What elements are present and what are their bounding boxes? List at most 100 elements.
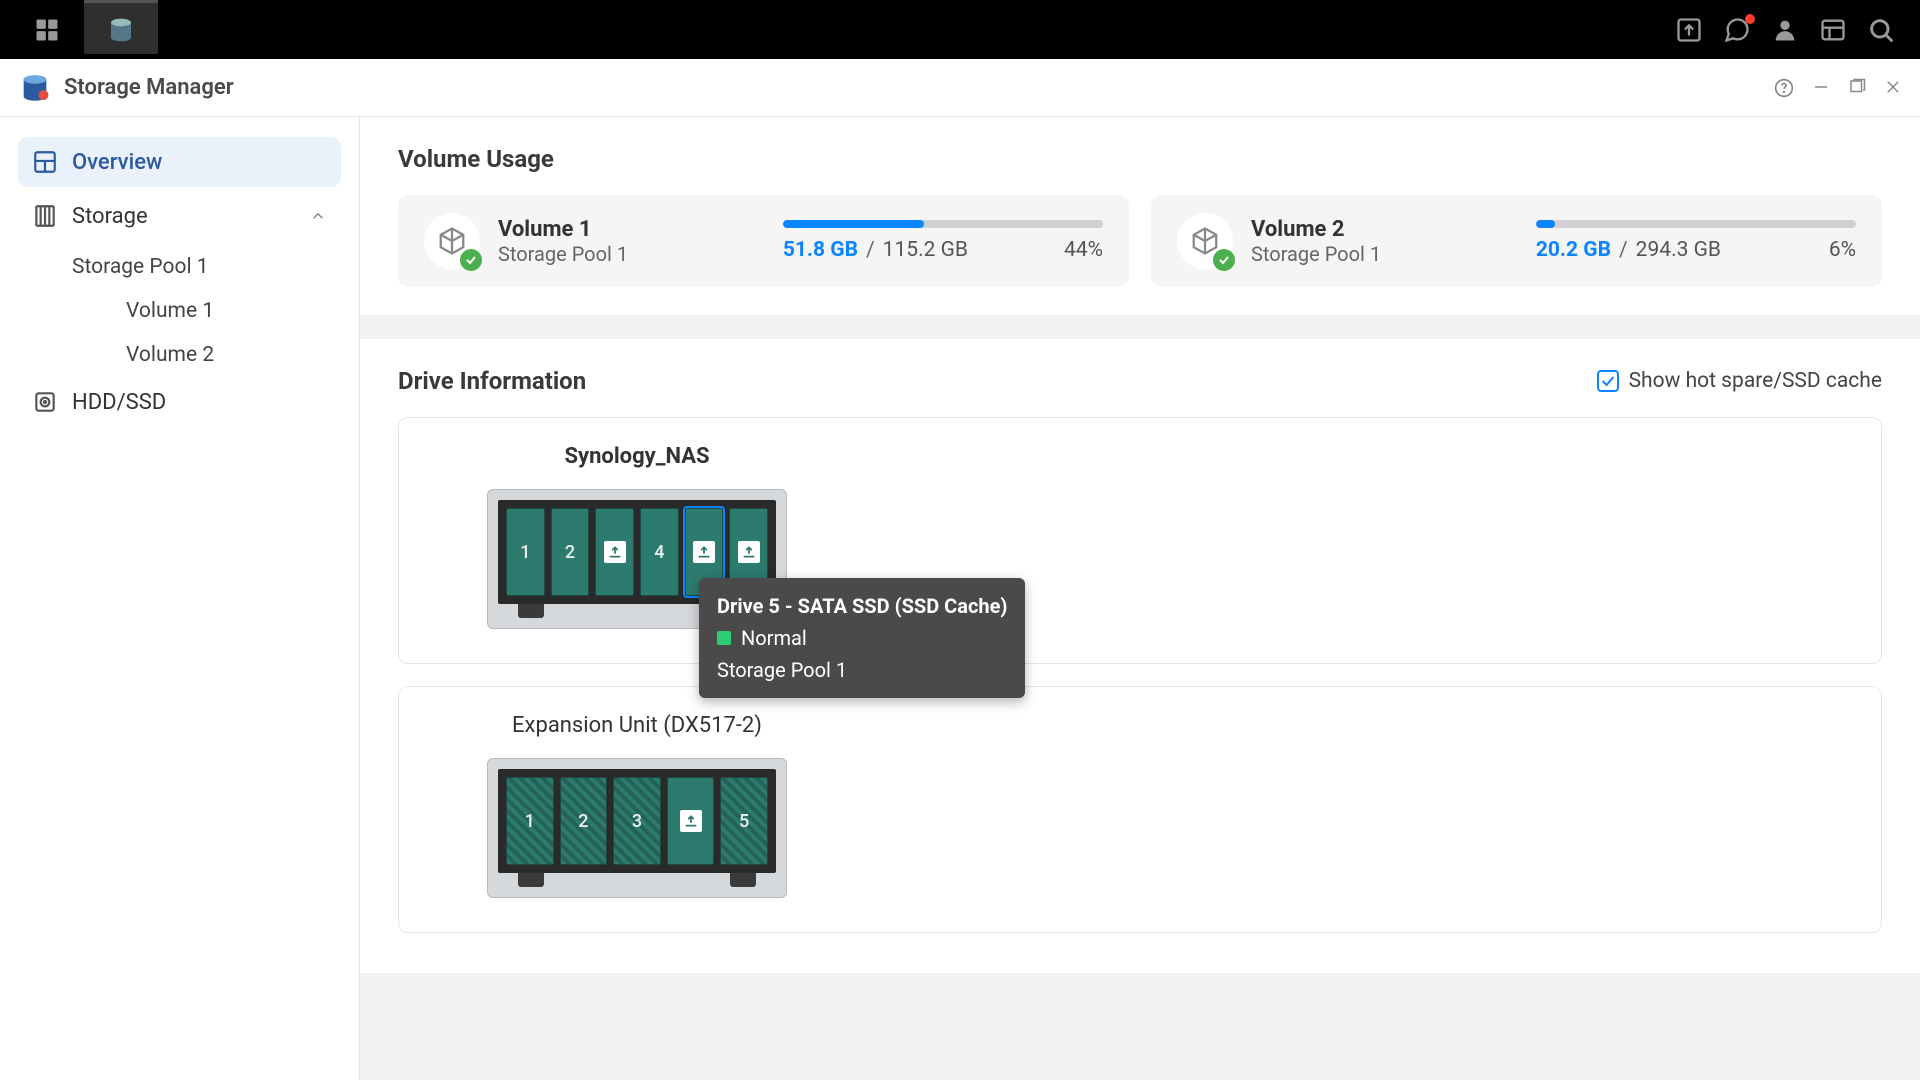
usage-line: 51.8 GB / 115.2 GB 44%	[783, 238, 1103, 262]
progress-fill	[783, 220, 924, 228]
device-name: Expansion Unit (DX517-2)	[487, 713, 787, 738]
chassis-inner: 1235	[498, 769, 776, 873]
main-content: Volume Usage Volume 1 Storage Pool 1 51.…	[360, 117, 1920, 1080]
sidebar: Overview Storage Storage Pool 1 Volume 1…	[0, 117, 360, 1080]
volume-card[interactable]: Volume 1 Storage Pool 1 51.8 GB / 115.2 …	[398, 195, 1129, 287]
show-hotspare-checkbox[interactable]: Show hot spare/SSD cache	[1597, 369, 1882, 393]
tooltip-pool: Storage Pool 1	[717, 654, 1007, 686]
sidebar-item-overview[interactable]: Overview	[18, 137, 341, 187]
drive-bay[interactable]: 2	[551, 508, 590, 596]
chevron-up-icon	[309, 207, 327, 225]
storage-icon	[32, 203, 58, 229]
volume-usage-title: Volume Usage	[398, 145, 1882, 173]
help-icon	[1774, 78, 1794, 98]
sidebar-item-volume-2[interactable]: Volume 2	[126, 333, 341, 377]
usage-line: 20.2 GB / 294.3 GB 6%	[1536, 238, 1856, 262]
drive-tooltip: Drive 5 - SATA SSD (SSD Cache) Normal St…	[699, 578, 1025, 698]
sidebar-item-storage-pool-1[interactable]: Storage Pool 1	[72, 245, 341, 289]
drive-bay[interactable]	[595, 508, 634, 596]
volume-name: Volume 2	[1251, 217, 1518, 242]
user-icon[interactable]	[1771, 16, 1799, 44]
cache-bay-icon	[680, 810, 702, 832]
volume-name: Volume 1	[498, 217, 765, 242]
tooltip-title: Drive 5 - SATA SSD (SSD Cache)	[717, 590, 1007, 622]
drive-bay[interactable]	[667, 777, 715, 865]
device-card: Expansion Unit (DX517-2) 1235	[398, 686, 1882, 933]
close-button[interactable]	[1884, 78, 1902, 98]
window-titlebar: Storage Manager	[0, 59, 1920, 117]
device-chassis: 1235	[487, 758, 787, 898]
sidebar-item-hdd-ssd[interactable]: HDD/SSD	[18, 377, 341, 427]
volume-card[interactable]: Volume 2 Storage Pool 1 20.2 GB / 294.3 …	[1151, 195, 1882, 287]
notification-dot-icon	[1745, 14, 1755, 24]
volume-info: Volume 2 Storage Pool 1	[1251, 217, 1518, 266]
minimize-icon	[1812, 78, 1830, 96]
percent-value: 6%	[1829, 238, 1856, 262]
total-value: 294.3 GB	[1636, 238, 1721, 262]
upload-tray-icon[interactable]	[1675, 16, 1703, 44]
used-value: 51.8 GB	[783, 238, 858, 262]
storage-manager-task-button[interactable]	[84, 0, 158, 54]
sidebar-item-storage[interactable]: Storage	[18, 191, 341, 241]
show-hotspare-label: Show hot spare/SSD cache	[1629, 369, 1882, 393]
tooltip-status-text: Normal	[741, 622, 807, 654]
dashboard-icon	[32, 149, 58, 175]
maximize-icon	[1848, 78, 1866, 96]
checkbox-checked-icon	[1597, 370, 1619, 392]
slash: /	[1619, 238, 1628, 262]
status-ok-icon	[460, 249, 482, 271]
volume-icon-wrap	[1177, 213, 1233, 269]
tooltip-status-row: Normal	[717, 622, 1007, 654]
sidebar-label-overview: Overview	[72, 150, 162, 175]
drive-info-section: Drive Information Show hot spare/SSD cac…	[360, 339, 1920, 973]
cache-bay-icon	[693, 541, 715, 563]
volume-usage-block: 20.2 GB / 294.3 GB 6%	[1536, 220, 1856, 262]
storage-app-icon	[106, 15, 136, 45]
taskbar-right-group	[1675, 16, 1910, 44]
sidebar-label-hddssd: HDD/SSD	[72, 390, 166, 415]
volume-info: Volume 1 Storage Pool 1	[498, 217, 765, 266]
volume-pool: Storage Pool 1	[1251, 242, 1518, 266]
status-square-icon	[717, 631, 731, 645]
drive-bay[interactable]: 4	[640, 508, 679, 596]
used-value: 20.2 GB	[1536, 238, 1611, 262]
drive-bay[interactable]: 1	[506, 508, 545, 596]
total-value: 115.2 GB	[883, 238, 968, 262]
drive-icon	[32, 389, 58, 415]
main-menu-button[interactable]	[10, 3, 84, 57]
desktop-taskbar	[0, 0, 1920, 59]
volume-icon-wrap	[424, 213, 480, 269]
search-icon[interactable]	[1867, 16, 1895, 44]
drive-bay[interactable]: 1	[506, 777, 554, 865]
widgets-icon[interactable]	[1819, 16, 1847, 44]
help-button[interactable]	[1774, 78, 1794, 98]
progress-bar	[1536, 220, 1856, 228]
minimize-button[interactable]	[1812, 78, 1830, 98]
volume-usage-section: Volume Usage Volume 1 Storage Pool 1 51.…	[360, 117, 1920, 315]
device-name: Synology_NAS	[487, 444, 787, 469]
progress-fill	[1536, 220, 1555, 228]
progress-bar	[783, 220, 1103, 228]
drive-bay[interactable]: 2	[560, 777, 608, 865]
notification-icon[interactable]	[1723, 16, 1751, 44]
cache-bay-icon	[604, 541, 626, 563]
sidebar-label-storage: Storage	[72, 204, 148, 229]
window-title: Storage Manager	[64, 75, 234, 100]
drive-bay[interactable]: 3	[613, 777, 661, 865]
volume-usage-block: 51.8 GB / 115.2 GB 44%	[783, 220, 1103, 262]
device-card: Synology_NAS 124 Drive 5 - SATA SSD (SSD …	[398, 417, 1882, 664]
sidebar-item-volume-1[interactable]: Volume 1	[126, 289, 341, 333]
volume-pool: Storage Pool 1	[498, 242, 765, 266]
slash: /	[866, 238, 875, 262]
chassis-feet	[498, 873, 776, 887]
maximize-button[interactable]	[1848, 78, 1866, 98]
close-icon	[1884, 78, 1902, 96]
status-ok-icon	[1213, 249, 1235, 271]
grid-icon	[33, 16, 61, 44]
drive-info-title: Drive Information	[398, 367, 586, 395]
percent-value: 44%	[1064, 238, 1103, 262]
taskbar-left-group	[10, 3, 158, 57]
drive-bay[interactable]: 5	[720, 777, 768, 865]
cache-bay-icon	[738, 541, 760, 563]
storage-manager-icon	[18, 71, 52, 105]
